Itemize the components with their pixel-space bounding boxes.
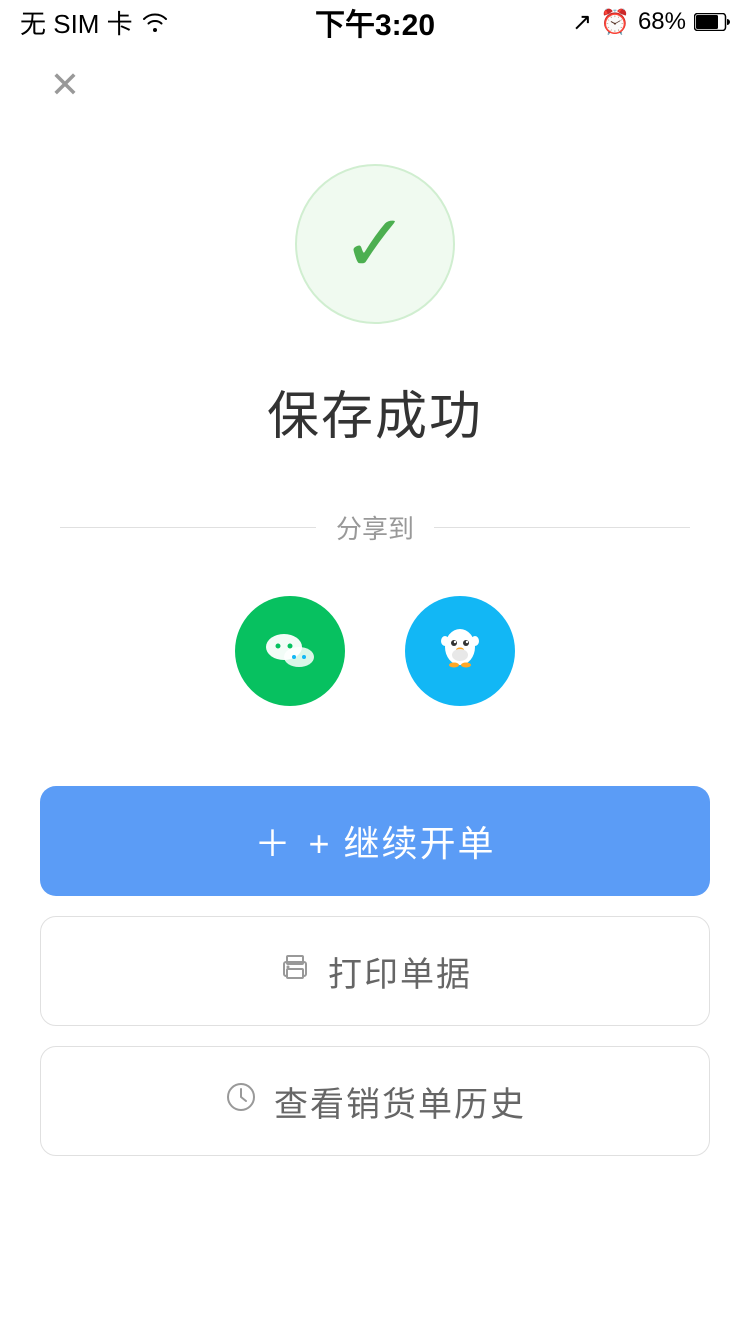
print-button[interactable]: 打印单据 (40, 916, 710, 1026)
close-icon: ✕ (50, 67, 80, 103)
share-icons (235, 596, 515, 706)
checkmark-icon: ✓ (341, 204, 408, 284)
plus-icon: ＋ (254, 815, 292, 867)
wifi-icon (141, 12, 169, 32)
divider-right (434, 527, 690, 528)
printer-icon (278, 950, 312, 993)
share-label: 分享到 (336, 509, 414, 546)
status-left: 无 SIM 卡 (20, 4, 169, 41)
divider-left (60, 527, 316, 528)
status-time: 下午3:20 (315, 0, 435, 44)
wechat-icon (258, 619, 323, 684)
direction-icon: ↗ (572, 8, 592, 37)
status-bar: 无 SIM 卡 下午3:20 ↗ ⏰ 68% (0, 0, 750, 44)
success-title: 保存成功 (267, 374, 483, 449)
history-label: 查看销货单历史 (274, 1077, 526, 1126)
qq-icon (428, 619, 493, 684)
close-button[interactable]: ✕ (40, 60, 90, 110)
status-right: ↗ ⏰ 68% (572, 8, 730, 37)
continue-order-button[interactable]: ＋ + 继续开单 (40, 786, 710, 896)
share-divider: 分享到 (0, 509, 750, 546)
continue-label: + 继续开单 (308, 815, 495, 867)
qq-share-button[interactable] (405, 596, 515, 706)
print-label: 打印单据 (328, 947, 472, 996)
sim-text: 无 SIM 卡 (20, 4, 133, 41)
success-circle: ✓ (295, 164, 455, 324)
clock-icon (224, 1080, 258, 1123)
wechat-share-button[interactable] (235, 596, 345, 706)
main-content: ✓ 保存成功 分享到 (0, 44, 750, 1156)
battery-icon (694, 13, 730, 31)
action-buttons: ＋ + 继续开单 打印单据 查看销货单历 (0, 786, 750, 1156)
battery-text: 68% (638, 8, 686, 36)
alarm-icon: ⏰ (600, 8, 630, 37)
history-button[interactable]: 查看销货单历史 (40, 1046, 710, 1156)
